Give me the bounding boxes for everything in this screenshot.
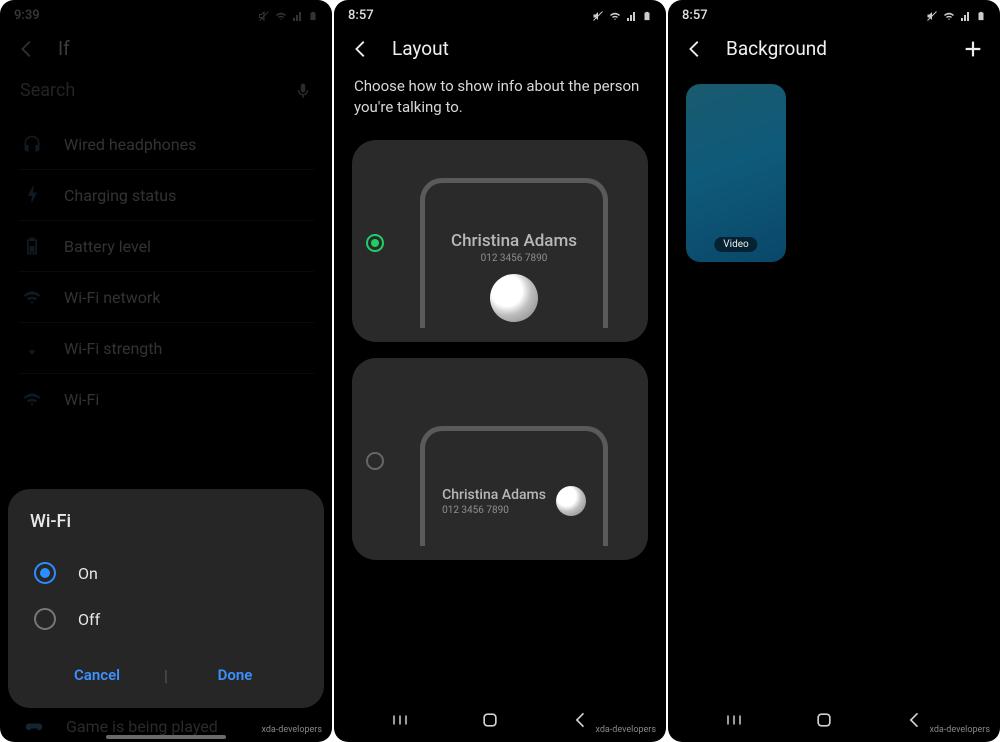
watermark: xda-developers [925,724,994,736]
condition-list: Wired headphones Charging status Battery… [0,119,332,424]
signal-icon [626,10,638,22]
tile-tag: Video [714,237,757,252]
home-button[interactable] [814,710,854,730]
back-icon[interactable] [350,38,372,60]
wifi-network-icon [22,287,42,307]
radio-icon [34,608,56,630]
status-time: 9:39 [14,8,40,23]
recents-button[interactable] [389,711,429,729]
option-label: Off [78,610,100,629]
cancel-button[interactable]: Cancel [30,656,164,694]
status-icons-right [926,9,986,23]
list-item-label: Wi-Fi network [64,288,310,307]
radio-icon [366,452,384,470]
contact-number: 012 3456 7890 [442,505,546,516]
avatar [490,274,538,322]
phone-layout-screen: 8:57 Layout Choose how to show info abou… [334,0,666,742]
list-item[interactable]: Wi-Fi strength [18,323,314,373]
search-input[interactable]: Search [20,80,294,101]
avatar [556,486,586,516]
contact-number: 012 3456 7890 [451,253,577,264]
description: Choose how to show info about the person… [334,74,666,134]
list-item-label: Wired headphones [64,135,310,154]
wifi-icon [274,10,288,22]
phone-background-screen: 8:57 Background Video xda-develop [668,0,1000,742]
page-title: Layout [392,37,449,60]
battery-icon [976,9,986,23]
header: Background [668,27,1000,74]
list-item-label: Game is being played [66,717,218,736]
mute-icon [258,10,270,22]
battery-icon [642,9,652,23]
radio-selected-icon [34,562,56,584]
home-indicator[interactable] [106,735,226,739]
mute-icon [926,10,938,22]
wifi-icon [608,10,622,22]
layout-option-large[interactable]: Christina Adams 012 3456 7890 [352,140,648,342]
list-item[interactable]: Wi-Fi network [18,272,314,322]
mute-icon [592,10,604,22]
wifi-dialog: Wi-Fi On Off Cancel | Done [8,489,324,708]
header: Layout [334,27,666,74]
option-label: On [78,564,98,583]
recents-button[interactable] [723,711,763,729]
mic-icon[interactable] [294,82,312,100]
watermark: xda-developers [591,724,660,736]
list-item[interactable]: Battery level [18,221,314,271]
signal-icon [960,10,972,22]
header: If [0,27,332,74]
list-item-label: Battery level [64,237,310,256]
headphones-icon [22,134,42,154]
status-time: 8:57 [348,8,374,23]
wifi-strength-icon [22,338,42,358]
status-icons-right [258,9,318,23]
phone-if-screen: 9:39 If Search Wired headphones [0,0,332,742]
dialog-actions: Cancel | Done [30,656,302,694]
list-item-label: Charging status [64,186,310,205]
list-item[interactable]: Wired headphones [18,119,314,169]
search-row: Search [0,74,332,119]
back-icon[interactable] [684,38,706,60]
signal-icon [292,10,304,22]
layout-option-compact[interactable]: Christina Adams 012 3456 7890 [352,358,648,560]
home-button[interactable] [480,710,520,730]
radio-selected-icon [366,234,384,252]
back-icon[interactable] [16,38,38,60]
status-time: 8:57 [682,8,708,23]
wifi-icon [942,10,956,22]
game-icon [24,716,44,736]
status-bar: 8:57 [668,0,1000,27]
battery-icon [308,9,318,23]
dialog-title: Wi-Fi [30,511,302,532]
status-bar: 9:39 [0,0,332,27]
layout-preview: Christina Adams 012 3456 7890 [394,158,634,328]
watermark: xda-developers [257,724,326,736]
list-item-label: Wi-Fi [64,390,310,409]
list-item[interactable]: Wi-Fi [18,374,314,424]
option-on[interactable]: On [30,550,302,596]
background-tile[interactable]: Video [686,84,786,262]
contact-name: Christina Adams [442,487,546,503]
list-item-label: Wi-Fi strength [64,339,310,358]
bolt-icon [22,185,42,205]
add-icon[interactable] [962,38,984,60]
battery-level-icon [22,236,42,256]
page-title: If [58,37,70,60]
page-title: Background [726,37,827,60]
layout-preview: Christina Adams 012 3456 7890 [394,376,634,546]
background-grid: Video [668,74,1000,272]
status-icons-right [592,9,652,23]
option-off[interactable]: Off [30,596,302,642]
wifi-full-icon [22,389,42,409]
done-button[interactable]: Done [168,656,302,694]
list-item[interactable]: Charging status [18,170,314,220]
contact-name: Christina Adams [451,231,577,251]
status-bar: 8:57 [334,0,666,27]
